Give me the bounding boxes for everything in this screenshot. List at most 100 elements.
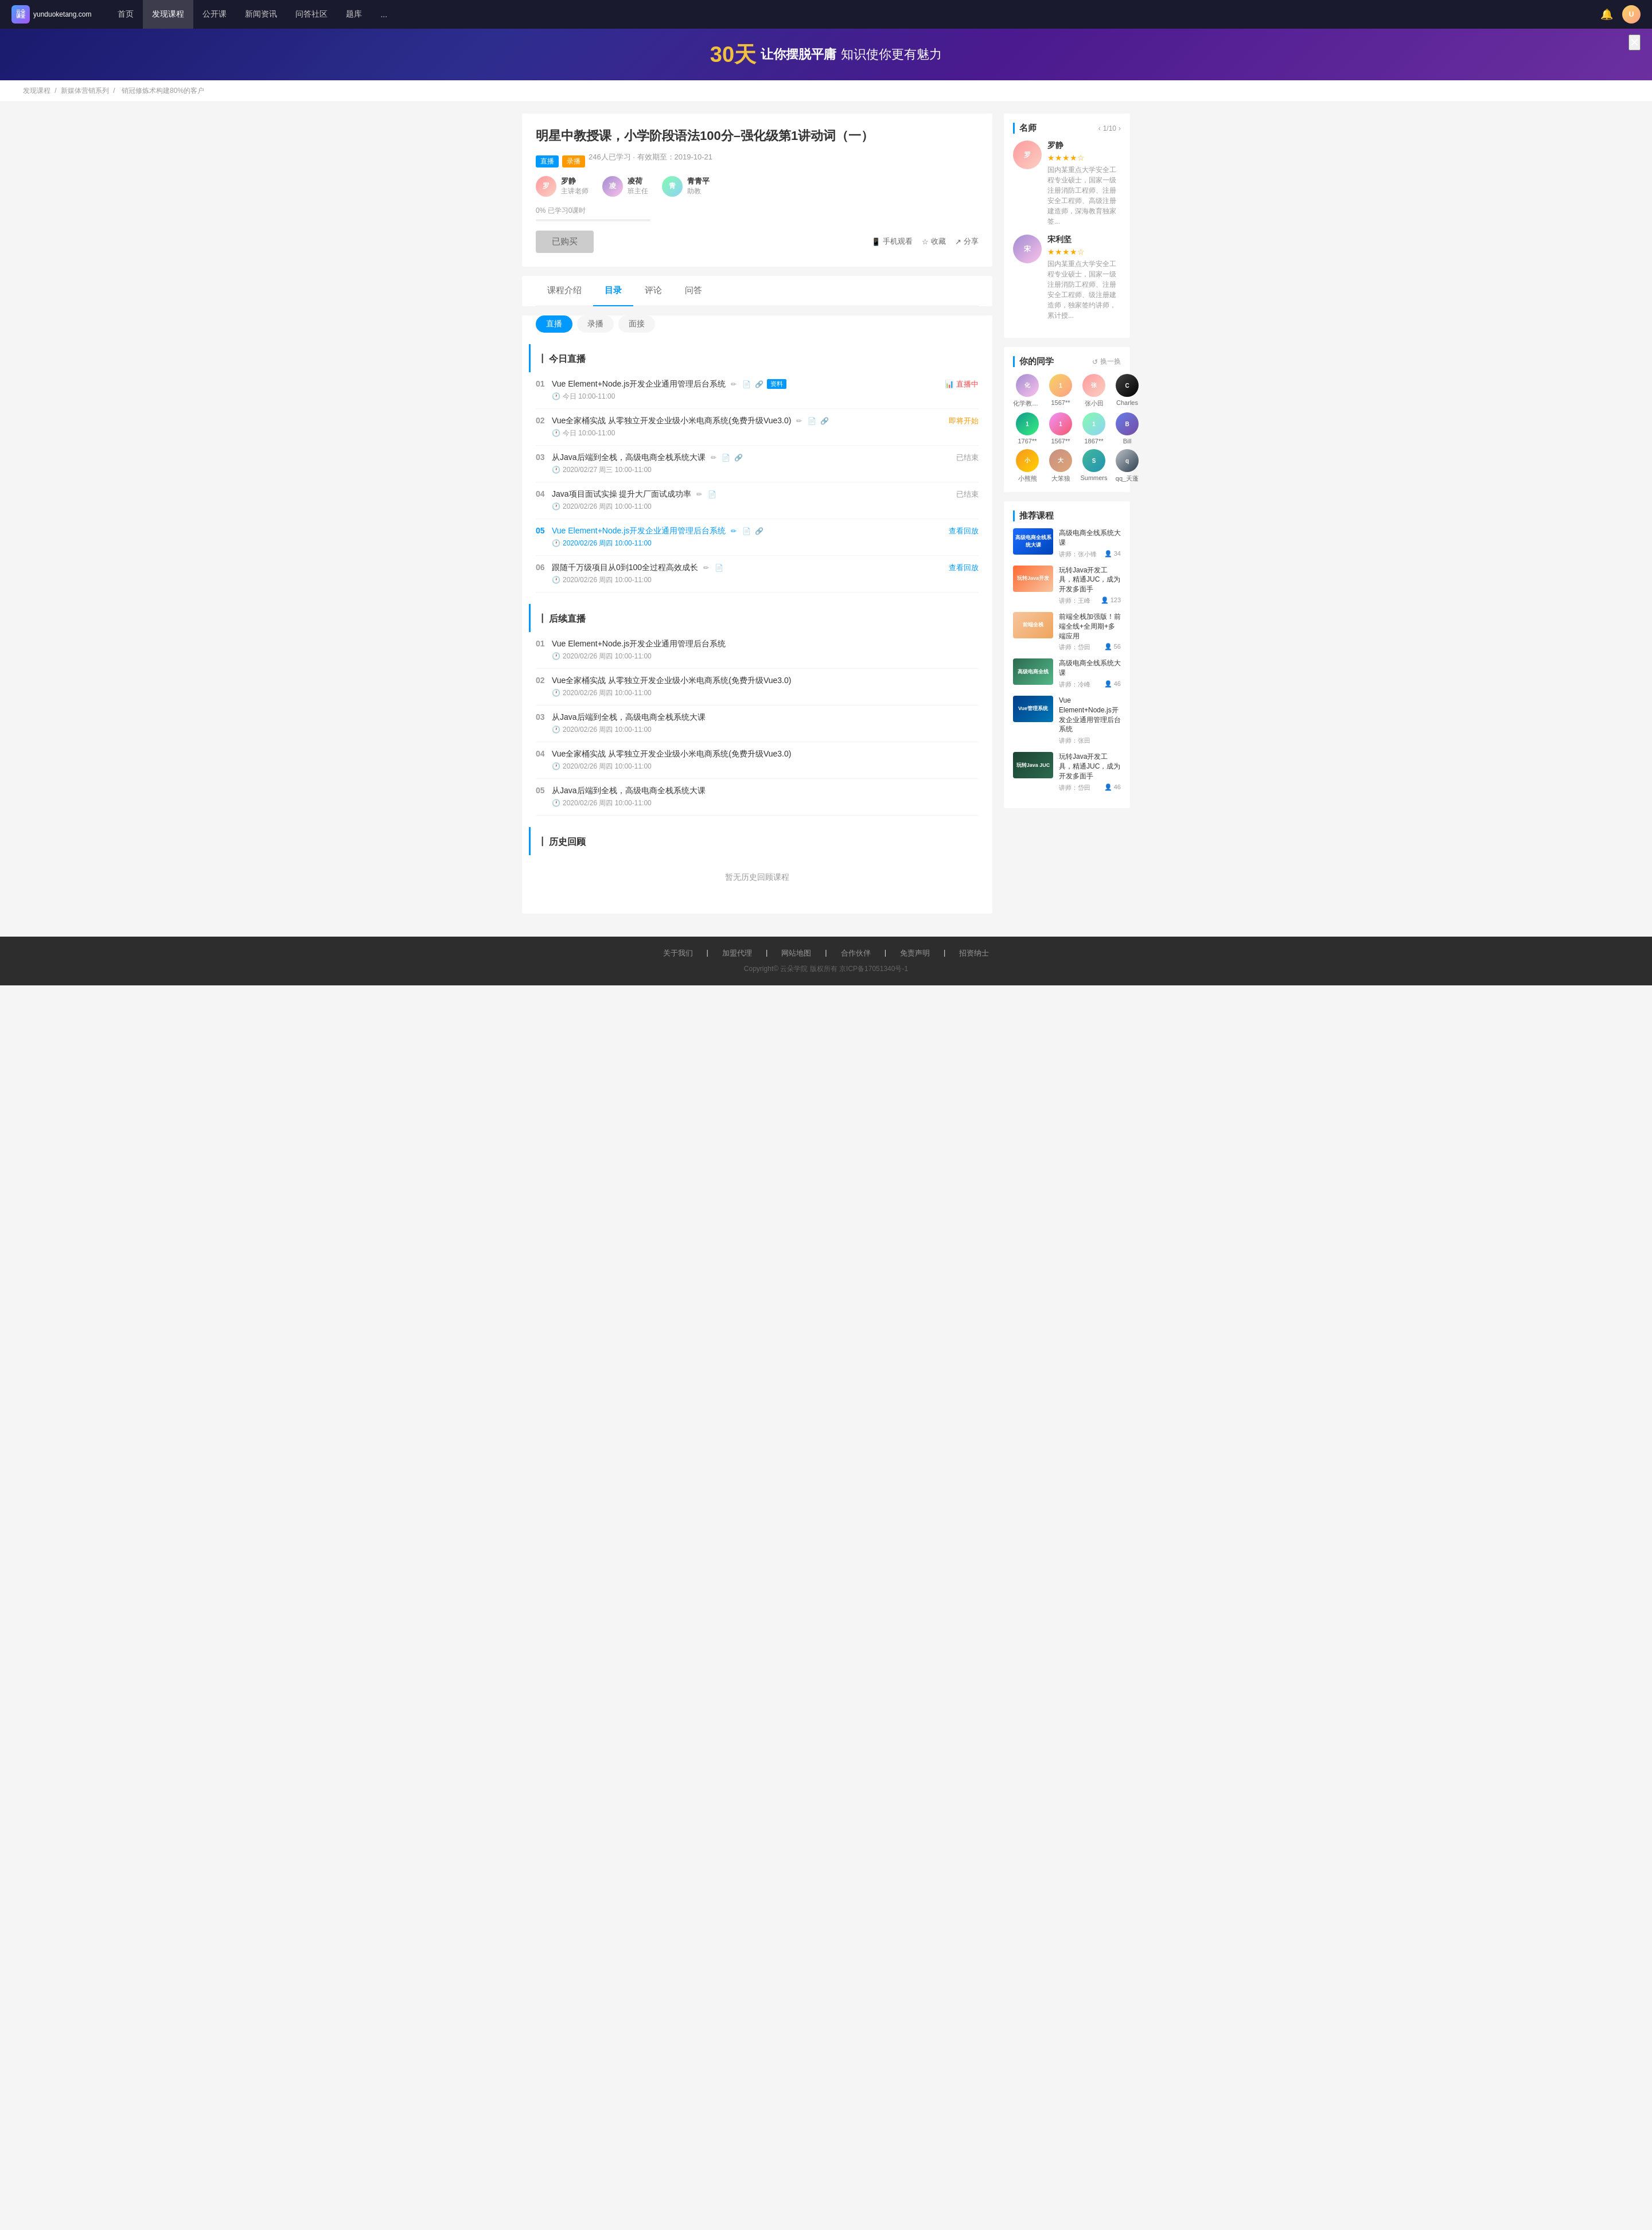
classmate-4[interactable]: 1 1767**	[1013, 412, 1042, 445]
tab-intro[interactable]: 课程介绍	[536, 276, 593, 306]
teacher-info-0: 罗静 主讲老师	[561, 176, 589, 196]
future-title-text-4[interactable]: 从Java后端到全栈，高级电商全栈系统大课	[552, 786, 706, 796]
classmate-9[interactable]: 大 大笨狼	[1046, 449, 1075, 483]
classmates-grid: 化 化学教书... 1 1567** 张 张小田 C Charles 1	[1013, 374, 1121, 483]
future-title-text-3[interactable]: Vue全家桶实战 从零独立开发企业级小米电商系统(免费升级Vue3.0)	[552, 749, 791, 759]
rec-item-2[interactable]: 前端全栈 前端全栈加强版！前端全线+全周期+多端应用 讲师：岱田 👤 56	[1013, 612, 1121, 652]
teachers-next[interactable]: ›	[1119, 124, 1121, 132]
share-button[interactable]: ↗ 分享	[955, 236, 979, 247]
item-title-text-2[interactable]: 从Java后端到全栈，高级电商全栈系统大课	[552, 453, 706, 463]
nav-news[interactable]: 新闻资讯	[236, 0, 286, 29]
tab-qa[interactable]: 问答	[673, 276, 714, 306]
future-title-text-0[interactable]: Vue Element+Node.js开发企业通用管理后台系统	[552, 639, 726, 649]
item-title-text-0[interactable]: Vue Element+Node.js开发企业通用管理后台系统	[552, 379, 726, 389]
nav-qa[interactable]: 问答社区	[286, 0, 337, 29]
footer-link-sitemap[interactable]: 网站地图	[781, 948, 811, 958]
footer-link-recruit[interactable]: 招资纳士	[959, 948, 989, 958]
sub-tab-live[interactable]: 直播	[536, 315, 572, 333]
classmate-0[interactable]: 化 化学教书...	[1013, 374, 1042, 408]
item-title-text-3[interactable]: Java项目面试实操 提升大厂面试成功率	[552, 489, 691, 500]
banner-close-button[interactable]: ✕	[1628, 34, 1641, 50]
rec-item-4[interactable]: Vue管理系统 Vue Element+Node.js开发企业通用管理后台系统 …	[1013, 696, 1121, 745]
share-icon-4[interactable]: 🔗	[754, 527, 763, 536]
nav-more[interactable]: ...	[371, 0, 396, 29]
sub-tab-interview[interactable]: 面接	[618, 315, 655, 333]
collect-button[interactable]: ☆ 收藏	[922, 236, 946, 247]
tab-review[interactable]: 评论	[633, 276, 673, 306]
edit-icon-3[interactable]: ✏	[695, 490, 704, 499]
file-icon-5[interactable]: 📄	[714, 563, 723, 572]
file-icon-1[interactable]: 📄	[807, 416, 816, 426]
breadcrumb-link-series[interactable]: 新媒体营销系列	[61, 87, 109, 95]
future-title-2: 从Java后端到全栈，高级电商全栈系统大课	[552, 712, 979, 723]
nav-problems[interactable]: 题库	[337, 0, 371, 29]
classmate-11[interactable]: q qq_天蓬	[1113, 449, 1141, 483]
future-live-label: 后续直播	[549, 614, 586, 623]
file-icon-4[interactable]: 📄	[742, 527, 751, 536]
classmate-7[interactable]: B Bill	[1113, 412, 1141, 445]
classmate-6[interactable]: 1 1867**	[1080, 412, 1108, 445]
refresh-classmates-button[interactable]: ↺ 换一换	[1092, 357, 1121, 367]
future-title-text-2[interactable]: 从Java后端到全栈，高级电商全栈系统大课	[552, 712, 706, 723]
footer-link-agent[interactable]: 加盟代理	[722, 948, 752, 958]
file-icon-3[interactable]: 📄	[707, 490, 716, 499]
rec-item-1[interactable]: 玩转Java开发 玩转Java开发工具，精通JUC，成为开发多面手 讲师：王峰 …	[1013, 566, 1121, 605]
tab-catalog[interactable]: 目录	[593, 276, 633, 306]
classmate-1[interactable]: 1 1567**	[1046, 374, 1075, 408]
file-icon-0[interactable]: 📄	[742, 380, 751, 389]
edit-icon-5[interactable]: ✏	[702, 563, 711, 572]
classmates-header: 你的同学 ↺ 换一换	[1013, 356, 1121, 367]
sidebar-teacher-avatar-1[interactable]: 宋	[1013, 235, 1042, 263]
progress-text: 0% 已学习0课时	[536, 206, 979, 216]
item-title-text-5[interactable]: 跟随千万级项目从0到100全过程高效成长	[552, 563, 698, 573]
future-body-3: Vue全家桶实战 从零独立开发企业级小米电商系统(免费升级Vue3.0) 🕐 2…	[552, 749, 979, 771]
item-status-0[interactable]: 📊 直播中	[945, 379, 979, 389]
rec-info-5: 讲师：岱田 👤 46	[1059, 783, 1121, 792]
classmate-3[interactable]: C Charles	[1113, 374, 1141, 408]
footer-link-partner[interactable]: 合作伙伴	[841, 948, 871, 958]
rec-teacher-1: 讲师：王峰	[1059, 597, 1090, 605]
notification-bell[interactable]: 🔔	[1600, 8, 1613, 21]
sub-tab-record[interactable]: 录播	[577, 315, 614, 333]
watch-mobile-button[interactable]: 📱 手机观看	[871, 236, 913, 247]
rec-item-5[interactable]: 玩转Java JUC 玩转Java开发工具，精通JUC，成为开发多面手 讲师：岱…	[1013, 752, 1121, 792]
edit-icon-0[interactable]: ✏	[729, 380, 738, 389]
user-avatar[interactable]: U	[1622, 5, 1641, 24]
nav-open[interactable]: 公开课	[193, 0, 236, 29]
edit-icon-1[interactable]: ✏	[794, 416, 804, 426]
rec-item-0[interactable]: 高级电商全线系统大课 高级电商全线系统大课 讲师：张小锋 👤 34	[1013, 528, 1121, 559]
clock-icon-1: 🕐	[552, 429, 560, 437]
footer-link-disclaimer[interactable]: 免责声明	[900, 948, 930, 958]
item-title-text-1[interactable]: Vue全家桶实战 从零独立开发企业级小米电商系统(免费升级Vue3.0)	[552, 416, 791, 426]
nav-home[interactable]: 首页	[108, 0, 143, 29]
item-status-5[interactable]: 查看回放	[949, 563, 979, 573]
share-icon-1[interactable]: 🔗	[820, 416, 829, 426]
item-title-text-4[interactable]: Vue Element+Node.js开发企业通用管理后台系统	[552, 526, 726, 536]
footer-link-about[interactable]: 关于我们	[663, 948, 693, 958]
classmate-5[interactable]: 1 1567**	[1046, 412, 1075, 445]
item-body-4: Vue Element+Node.js开发企业通用管理后台系统 ✏ 📄 🔗 🕐 …	[552, 526, 949, 548]
buy-button[interactable]: 已购买	[536, 231, 594, 253]
logo[interactable]: 云朵课堂 yunduoketang.com	[11, 5, 91, 24]
future-clock-4: 🕐	[552, 799, 560, 807]
classmate-10[interactable]: S Summers	[1080, 449, 1108, 483]
item-body-3: Java项目面试实操 提升大厂面试成功率 ✏ 📄 🕐 2020/02/26 周四…	[552, 489, 956, 512]
rec-thumb-text-1: 玩转Java开发	[1013, 566, 1053, 592]
teachers-prev[interactable]: ‹	[1098, 124, 1101, 132]
classmate-8[interactable]: 小 小熊熊	[1013, 449, 1042, 483]
share-icon-2[interactable]: 🔗	[734, 453, 743, 462]
classmate-2[interactable]: 张 张小田	[1080, 374, 1108, 408]
share-icon-0[interactable]: 🔗	[754, 380, 763, 389]
future-title-text-1[interactable]: Vue全家桶实战 从零独立开发企业级小米电商系统(免费升级Vue3.0)	[552, 676, 791, 686]
rec-thumb-text-5: 玩转Java JUC	[1013, 752, 1053, 778]
sidebar-teacher-avatar-0[interactable]: 罗	[1013, 141, 1042, 169]
item-time-text-3: 2020/02/26 周四 10:00-11:00	[563, 502, 652, 512]
edit-icon-4[interactable]: ✏	[729, 527, 738, 536]
file-icon-2[interactable]: 📄	[722, 453, 731, 462]
item-status-4[interactable]: 查看回放	[949, 526, 979, 536]
future-num-3: 04	[536, 749, 552, 758]
rec-item-3[interactable]: 高级电商全线 高级电商全线系统大课 讲师：冷峰 👤 46	[1013, 658, 1121, 689]
nav-discover[interactable]: 发现课程	[143, 0, 193, 29]
breadcrumb-link-discover[interactable]: 发现课程	[23, 87, 50, 95]
edit-icon-2[interactable]: ✏	[709, 453, 718, 462]
